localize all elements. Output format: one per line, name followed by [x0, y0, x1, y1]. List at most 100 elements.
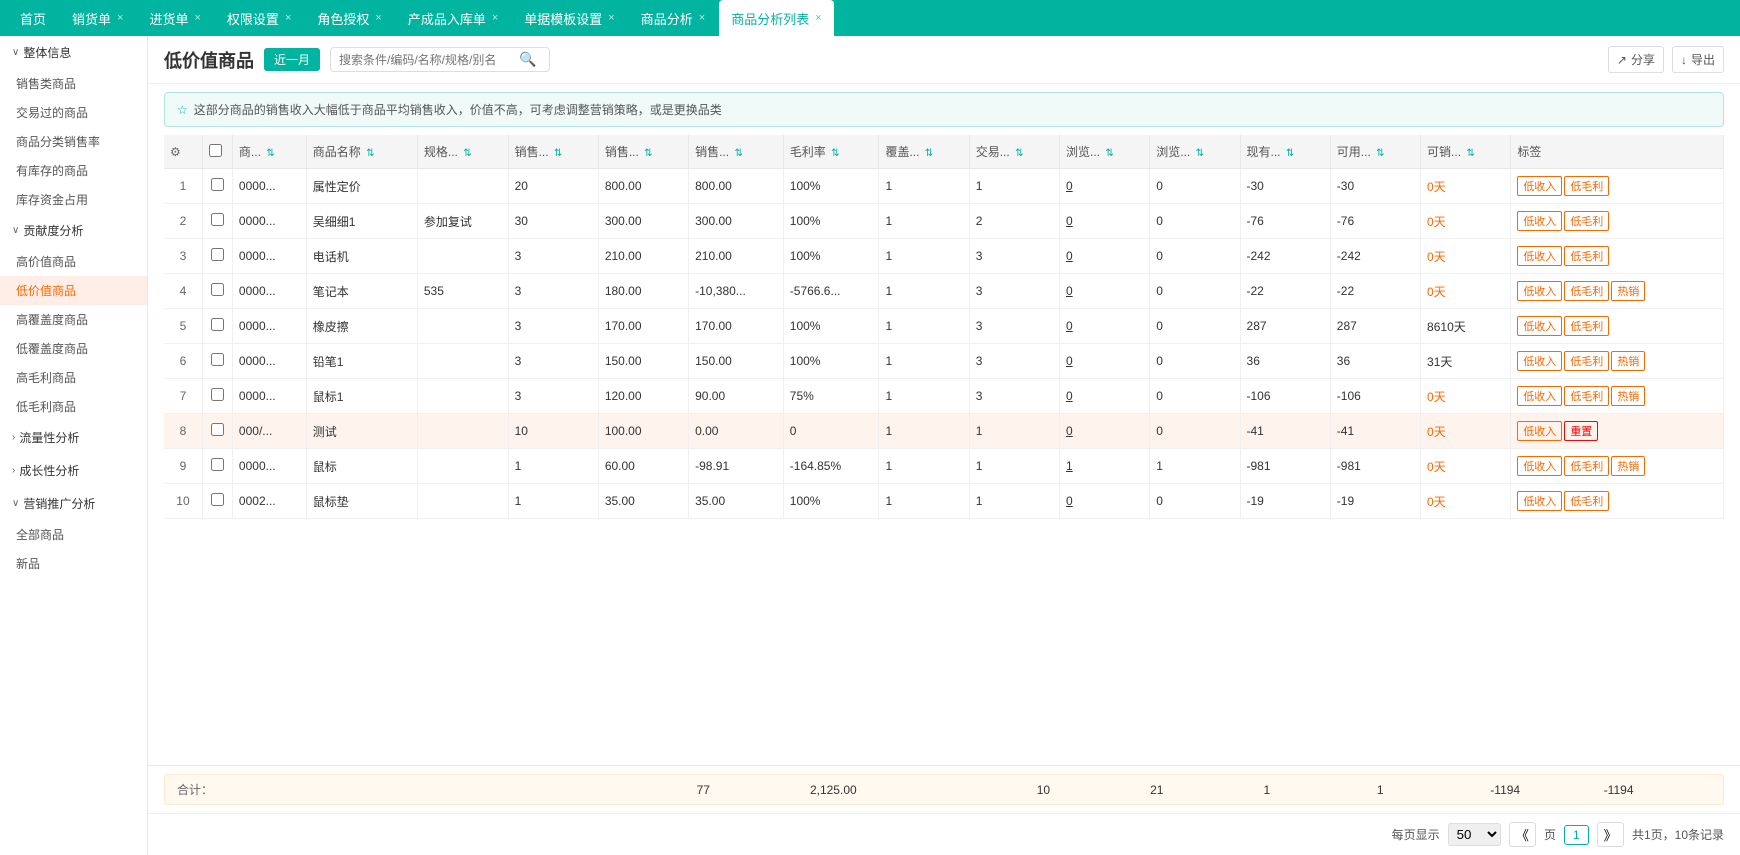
nav-product-analysis-list[interactable]: 商品分析列表 ×	[719, 0, 833, 36]
cell-browse1[interactable]: 1	[1059, 449, 1149, 484]
browse-link[interactable]: 1	[1066, 459, 1073, 473]
table-wrapper[interactable]: ⚙ 商... ⇅ 商品名称 ⇅ 规格... ⇅ 销售... ⇅ 销售... ⇅ …	[148, 135, 1740, 765]
col-name[interactable]: 商品名称 ⇅	[306, 135, 417, 169]
sidebar-item-sales-products[interactable]: 销售类商品	[0, 69, 147, 98]
close-icon[interactable]: ×	[815, 12, 821, 24]
search-input[interactable]	[339, 53, 519, 67]
close-icon[interactable]: ×	[194, 12, 200, 24]
cell-browse1[interactable]: 0	[1059, 204, 1149, 239]
row-checkbox[interactable]	[211, 493, 224, 506]
close-icon[interactable]: ×	[492, 12, 498, 24]
sidebar-item-low-coverage[interactable]: 低覆盖度商品	[0, 334, 147, 363]
sidebar-section-traffic[interactable]: › 流量性分析	[0, 421, 147, 454]
col-sales1[interactable]: 销售... ⇅	[508, 135, 598, 169]
col-margin-rate[interactable]: 毛利率 ⇅	[783, 135, 879, 169]
cell-browse1[interactable]: 0	[1059, 344, 1149, 379]
browse-link[interactable]: 0	[1066, 389, 1073, 403]
browse-link[interactable]: 0	[1066, 249, 1073, 263]
sidebar-item-high-margin[interactable]: 高毛利商品	[0, 363, 147, 392]
row-checkbox[interactable]	[211, 458, 224, 471]
col-coverage[interactable]: 覆盖... ⇅	[879, 135, 969, 169]
close-icon[interactable]: ×	[285, 12, 291, 24]
cell-checkbox[interactable]	[202, 204, 232, 239]
nav-purchase-order[interactable]: 进货单 ×	[137, 0, 212, 36]
nav-product-analysis[interactable]: 商品分析 ×	[629, 0, 717, 36]
cell-checkbox[interactable]	[202, 449, 232, 484]
cell-browse1[interactable]: 0	[1059, 309, 1149, 344]
browse-link[interactable]: 0	[1066, 494, 1073, 508]
sidebar-item-high-coverage[interactable]: 高覆盖度商品	[0, 305, 147, 334]
close-icon[interactable]: ×	[699, 12, 705, 24]
col-browse2[interactable]: 浏览... ⇅	[1150, 135, 1240, 169]
sidebar-item-low-margin[interactable]: 低毛利商品	[0, 392, 147, 421]
nav-product-inbound[interactable]: 产成品入库单 ×	[396, 0, 510, 36]
cell-browse1[interactable]: 0	[1059, 484, 1149, 519]
cell-browse1[interactable]: 0	[1059, 169, 1149, 204]
close-icon[interactable]: ×	[117, 12, 123, 24]
col-available[interactable]: 可用... ⇅	[1330, 135, 1420, 169]
sidebar-item-stock-capital[interactable]: 库存资金占用	[0, 185, 147, 214]
col-transaction[interactable]: 交易... ⇅	[969, 135, 1059, 169]
cell-checkbox[interactable]	[202, 309, 232, 344]
select-all-checkbox[interactable]	[209, 144, 222, 157]
row-checkbox[interactable]	[211, 248, 224, 261]
nav-sales-order[interactable]: 销货单 ×	[60, 0, 135, 36]
row-checkbox[interactable]	[211, 318, 224, 331]
share-button[interactable]: ↗ 分享	[1608, 46, 1664, 73]
col-sellable[interactable]: 可销... ⇅	[1421, 135, 1511, 169]
settings-icon[interactable]: ⚙	[170, 145, 181, 159]
browse-link[interactable]: 0	[1066, 354, 1073, 368]
page-size-select[interactable]: 50 100 200	[1448, 823, 1501, 846]
sidebar-section-overview[interactable]: ∨ 整体信息	[0, 36, 147, 69]
row-checkbox[interactable]	[211, 353, 224, 366]
cell-browse1[interactable]: 0	[1059, 379, 1149, 414]
close-icon[interactable]: ×	[608, 12, 614, 24]
next-page-button[interactable]: 》	[1597, 822, 1624, 847]
row-checkbox[interactable]	[211, 178, 224, 191]
sidebar-section-growth[interactable]: › 成长性分析	[0, 454, 147, 487]
sidebar-item-stock-products[interactable]: 有库存的商品	[0, 156, 147, 185]
sidebar-section-contribution[interactable]: ∨ 贡献度分析	[0, 214, 147, 247]
browse-link[interactable]: 0	[1066, 214, 1073, 228]
sidebar-section-marketing[interactable]: ∨ 营销推广分析	[0, 487, 147, 520]
sidebar-item-low-value[interactable]: 低价值商品	[0, 276, 147, 305]
row-checkbox[interactable]	[211, 423, 224, 436]
col-browse1[interactable]: 浏览... ⇅	[1059, 135, 1149, 169]
col-sales3[interactable]: 销售... ⇅	[689, 135, 784, 169]
nav-permission[interactable]: 权限设置 ×	[215, 0, 303, 36]
col-sales2[interactable]: 销售... ⇅	[598, 135, 688, 169]
cell-browse1[interactable]: 0	[1059, 274, 1149, 309]
cell-checkbox[interactable]	[202, 169, 232, 204]
col-spec[interactable]: 规格... ⇅	[417, 135, 508, 169]
cell-checkbox[interactable]	[202, 414, 232, 449]
sidebar-item-new-products[interactable]: 新品	[0, 549, 147, 578]
nav-template[interactable]: 单据模板设置 ×	[512, 0, 626, 36]
browse-link[interactable]: 0	[1066, 179, 1073, 193]
browse-link[interactable]: 0	[1066, 424, 1073, 438]
close-icon[interactable]: ×	[375, 12, 381, 24]
row-checkbox[interactable]	[211, 213, 224, 226]
export-button[interactable]: ↓ 导出	[1672, 46, 1724, 73]
filter-button[interactable]: 近一月	[264, 48, 320, 71]
cell-checkbox[interactable]	[202, 484, 232, 519]
sidebar-item-all-products[interactable]: 全部商品	[0, 520, 147, 549]
col-current-stock[interactable]: 现有... ⇅	[1240, 135, 1330, 169]
first-page-button[interactable]: 《	[1509, 822, 1536, 847]
cell-browse1[interactable]: 0	[1059, 239, 1149, 274]
col-settings[interactable]: ⚙	[164, 135, 202, 169]
row-checkbox[interactable]	[211, 388, 224, 401]
sidebar-item-high-value[interactable]: 高价值商品	[0, 247, 147, 276]
cell-checkbox[interactable]	[202, 344, 232, 379]
nav-home[interactable]: 首页	[8, 0, 58, 36]
sidebar-item-category-sales-rate[interactable]: 商品分类销售率	[0, 127, 147, 156]
row-checkbox[interactable]	[211, 283, 224, 296]
cell-browse1[interactable]: 0	[1059, 414, 1149, 449]
browse-link[interactable]: 0	[1066, 284, 1073, 298]
cell-checkbox[interactable]	[202, 239, 232, 274]
browse-link[interactable]: 0	[1066, 319, 1073, 333]
cell-checkbox[interactable]	[202, 274, 232, 309]
nav-role-auth[interactable]: 角色授权 ×	[305, 0, 393, 36]
col-code[interactable]: 商... ⇅	[232, 135, 306, 169]
cell-checkbox[interactable]	[202, 379, 232, 414]
sidebar-item-traded-products[interactable]: 交易过的商品	[0, 98, 147, 127]
